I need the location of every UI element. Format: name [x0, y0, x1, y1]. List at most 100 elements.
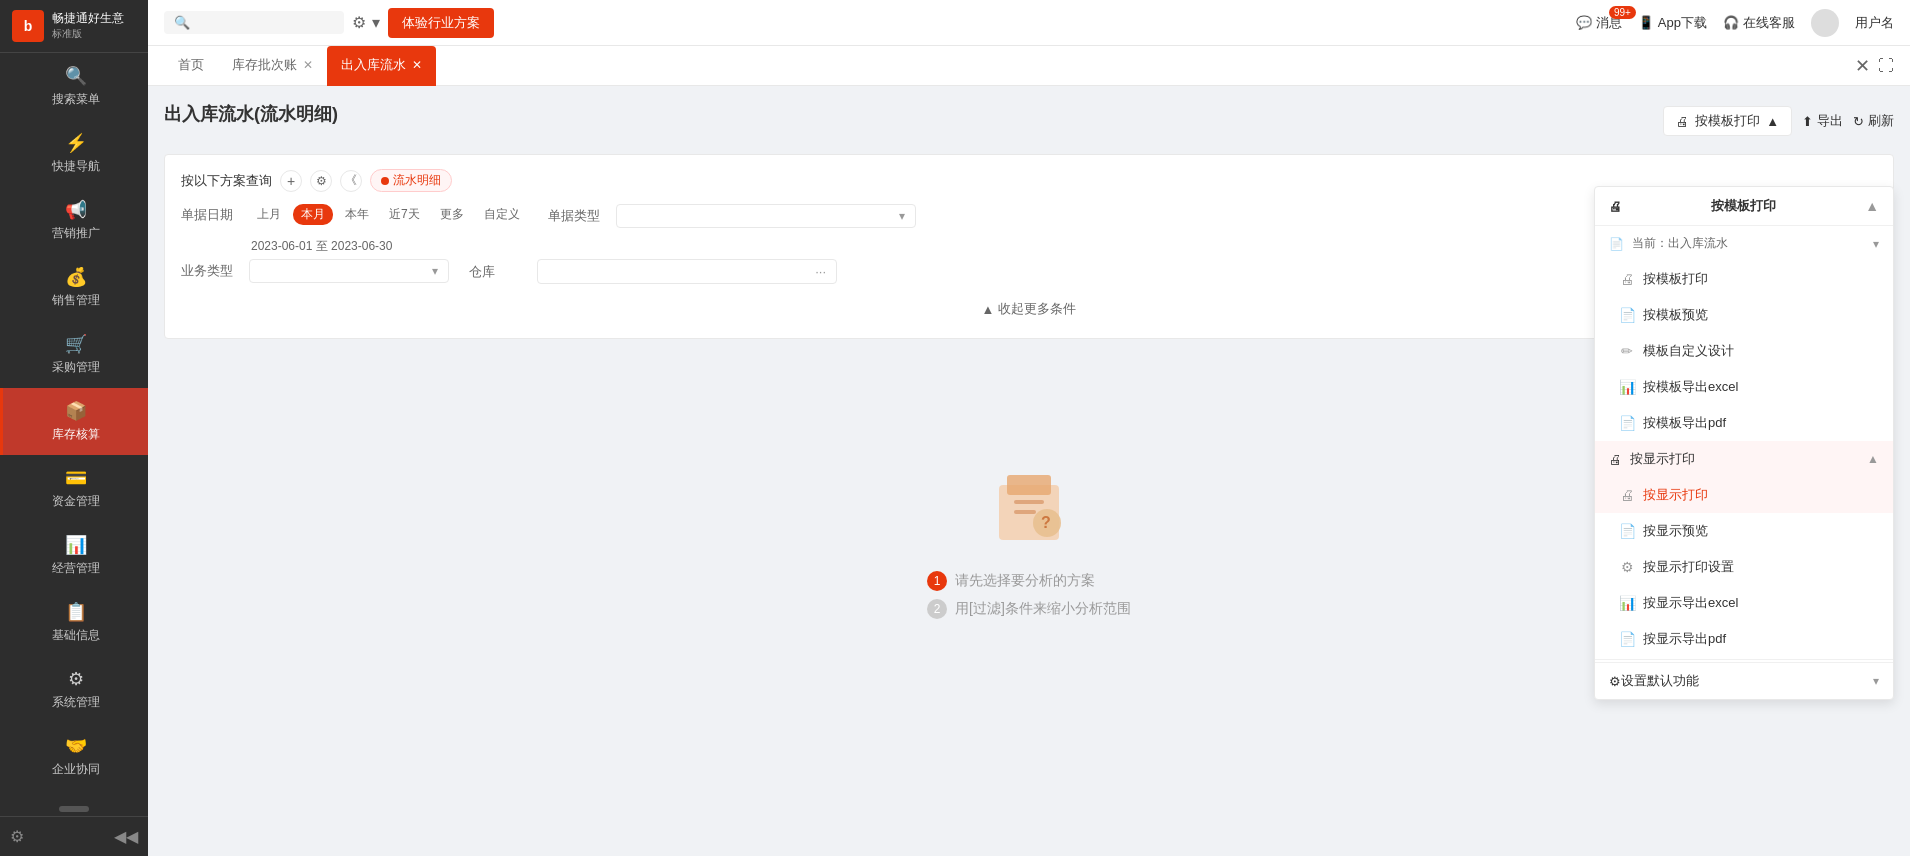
doc-type-select[interactable]: ▾ [616, 204, 916, 228]
sidebar-item-label: 系统管理 [52, 694, 100, 711]
sidebar-item-label: 快捷导航 [52, 158, 100, 175]
filter-item-date: 单据日期 上月 本月 本年 近7天 更多 自定义 [181, 204, 528, 225]
trial-button[interactable]: 体验行业方案 [388, 8, 494, 38]
message-badge: 99+ [1609, 6, 1636, 19]
search-bar[interactable]: 🔍 [164, 11, 344, 34]
sidebar-item-sales[interactable]: 💰 销售管理 [0, 254, 148, 321]
expand-tabs-icon[interactable]: ⛶ [1878, 57, 1894, 75]
dropdown-display-export-excel[interactable]: 📊 按显示导出excel [1595, 585, 1893, 621]
chevron-up-icon: ▲ [982, 302, 995, 317]
date-tab-more[interactable]: 更多 [432, 204, 472, 225]
settings-footer-icon[interactable]: ⚙ [10, 827, 24, 846]
pdf-icon: 📄 [1619, 631, 1635, 647]
message-button[interactable]: 💬 消息 99+ [1576, 14, 1622, 32]
header-actions: ⚙ ▾ [352, 13, 380, 32]
svg-rect-1 [1007, 475, 1051, 495]
sidebar-item-system[interactable]: ⚙ 系统管理 [0, 656, 148, 723]
collapse-sidebar-icon[interactable]: ◀◀ [114, 827, 138, 846]
user-name[interactable]: 用户名 [1855, 14, 1894, 32]
quicknav-icon: ⚡ [65, 132, 87, 154]
sidebar-item-operation[interactable]: 📊 经营管理 [0, 522, 148, 589]
sidebar-item-search[interactable]: 🔍 搜索菜单 [0, 53, 148, 120]
date-tab-last-month[interactable]: 上月 [249, 204, 289, 225]
sidebar-item-basic[interactable]: 📋 基础信息 [0, 589, 148, 656]
settings-icon: ⚙ [1619, 559, 1635, 575]
filter-collapse-button[interactable]: 《 [340, 170, 362, 192]
dropdown-display-print-section[interactable]: 🖨 按显示打印 ▲ [1595, 441, 1893, 477]
search-icon: 🔍 [65, 65, 87, 87]
page-title: 出入库流水(流水明细) [164, 102, 338, 126]
sidebar-item-collab[interactable]: 🤝 企业协同 [0, 723, 148, 790]
biz-type-select[interactable]: ▾ [249, 259, 449, 283]
tab-home[interactable]: 首页 [164, 46, 218, 86]
sidebar-item-inventory[interactable]: 📦 库存核算 [0, 388, 148, 455]
add-filter-button[interactable]: + [280, 170, 302, 192]
svg-rect-2 [1014, 500, 1044, 504]
chevron-down-icon[interactable]: ▾ [372, 13, 380, 32]
date-tab-7days[interactable]: 近7天 [381, 204, 428, 225]
filter-tag-dot [381, 177, 389, 185]
refresh-button[interactable]: ↻ 刷新 [1853, 112, 1894, 130]
filter-item-doc-type: 单据类型 ▾ [548, 204, 916, 228]
filter-tag[interactable]: 流水明细 [370, 169, 452, 192]
tab-close-inventory-batch[interactable]: ✕ [303, 58, 313, 72]
dropdown-display-export-pdf[interactable]: 📄 按显示导出pdf [1595, 621, 1893, 657]
logo-icon: b [12, 10, 44, 42]
sidebar-scroll [0, 802, 148, 816]
dropdown-display-preview[interactable]: 📄 按显示预览 [1595, 513, 1893, 549]
excel-icon: 📊 [1619, 379, 1635, 395]
ellipsis-icon: ··· [815, 264, 826, 279]
sidebar-item-marketing[interactable]: 📢 营销推广 [0, 187, 148, 254]
dropdown-template-export-pdf[interactable]: 📄 按模板导出pdf [1595, 405, 1893, 441]
gear-icon[interactable]: ⚙ [352, 13, 366, 32]
dropdown-close-arrow[interactable]: ▲ [1865, 198, 1879, 214]
print-dropdown-panel: 🖨 按模板打印 ▲ 📄 当前：出入库流水 ▾ 🖨 按模板打印 📄 [1594, 186, 1894, 700]
top-header: 🔍 ⚙ ▾ 体验行业方案 💬 消息 99+ 📱 App下载 [148, 0, 1910, 46]
collapse-filters-button[interactable]: ▲ 收起更多条件 [976, 294, 1083, 324]
collab-icon: 🤝 [65, 735, 87, 757]
export-icon: ⬆ [1802, 114, 1813, 129]
basic-icon: 📋 [65, 601, 87, 623]
system-icon: ⚙ [68, 668, 84, 690]
date-tabs: 上月 本月 本年 近7天 更多 自定义 [249, 204, 528, 225]
pdf-icon: 📄 [1619, 415, 1635, 431]
tab-inventory-batch[interactable]: 库存批次账 ✕ [218, 46, 327, 86]
page-content: 出入库流水(流水明细) 🖨 按模板打印 ▲ ⬆ 导出 ↻ 刷新 [148, 86, 1910, 856]
dropdown-default-func[interactable]: ⚙ 设置默认功能 ▾ [1595, 662, 1893, 699]
dropdown-template-export-excel[interactable]: 📊 按模板导出excel [1595, 369, 1893, 405]
online-service-button[interactable]: 🎧 在线客服 [1723, 14, 1795, 32]
app-download-button[interactable]: 📱 App下载 [1638, 14, 1707, 32]
chevron-up-icon: ▲ [1766, 114, 1779, 129]
dropdown-template-custom[interactable]: ✏ 模板自定义设计 [1595, 333, 1893, 369]
print-button-group[interactable]: 🖨 按模板打印 ▲ [1663, 106, 1792, 136]
sidebar-item-finance[interactable]: 💳 资金管理 [0, 455, 148, 522]
date-tab-custom[interactable]: 自定义 [476, 204, 528, 225]
close-all-tabs-icon[interactable]: ✕ [1855, 55, 1870, 77]
filter-item-biztype: 业务类型 ▾ [181, 259, 449, 283]
headset-icon: 🎧 [1723, 15, 1739, 30]
dropdown-current-label: 📄 当前：出入库流水 ▾ [1595, 226, 1893, 261]
search-icon: 🔍 [174, 15, 190, 30]
tab-buttons: ✕ ⛶ [1855, 55, 1894, 77]
user-avatar [1811, 9, 1839, 37]
sidebar-item-guide[interactable]: 🎯 新手引导 [0, 790, 148, 802]
sidebar-item-quicknav[interactable]: ⚡ 快捷导航 [0, 120, 148, 187]
finance-icon: 💳 [65, 467, 87, 489]
filter-setting-button[interactable]: ⚙ [310, 170, 332, 192]
dropdown-display-print[interactable]: 🖨 按显示打印 [1595, 477, 1893, 513]
sidebar-item-purchase[interactable]: 🛒 采购管理 [0, 321, 148, 388]
tab-close-inout-flow[interactable]: ✕ [412, 58, 422, 72]
dropdown-template-print[interactable]: 🖨 按模板打印 [1595, 261, 1893, 297]
printer-icon: 🖨 [1619, 271, 1635, 287]
date-tab-current-month[interactable]: 本月 [293, 204, 333, 225]
dropdown-template-preview[interactable]: 📄 按模板预览 [1595, 297, 1893, 333]
sidebar: b 畅捷通好生意 标准版 🔍 搜索菜单 ⚡ 快捷导航 📢 营销推广 💰 [0, 0, 148, 856]
sidebar-nav: 🔍 搜索菜单 ⚡ 快捷导航 📢 营销推广 💰 销售管理 🛒 采购管理 📦 [0, 53, 148, 802]
export-button[interactable]: ⬆ 导出 [1802, 112, 1843, 130]
tab-inout-flow[interactable]: 出入库流水 ✕ [327, 46, 436, 86]
printer-icon: 🖨 [1676, 114, 1689, 129]
dropdown-display-print-settings[interactable]: ⚙ 按显示打印设置 [1595, 549, 1893, 585]
date-tab-current-year[interactable]: 本年 [337, 204, 377, 225]
warehouse-select[interactable]: ··· [537, 259, 837, 284]
printer-icon: 🖨 [1619, 487, 1635, 503]
